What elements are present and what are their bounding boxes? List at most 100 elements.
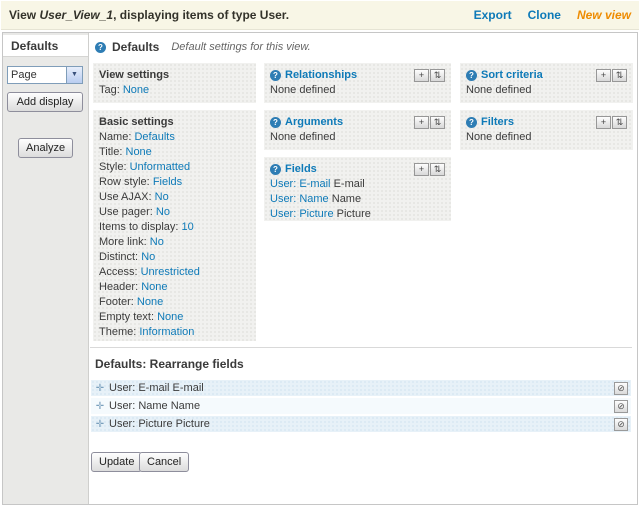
setting-line: Items to display: 10 (99, 220, 250, 235)
setting-line: Footer: None (99, 295, 250, 310)
clone-link[interactable]: Clone (528, 8, 561, 22)
help-icon[interactable]: ? (466, 70, 477, 81)
views-ui-container: Defaults Page ▼ Add display Analyze ? De… (2, 32, 638, 505)
rearrange-icon[interactable]: ⇅ (430, 116, 445, 129)
setting-line: Header: None (99, 280, 250, 295)
setting-value-link[interactable]: None (137, 296, 163, 308)
setting-value-link[interactable]: No (141, 251, 155, 263)
setting-line: Style: Unformatted (99, 160, 250, 175)
add-icon[interactable]: + (414, 69, 429, 82)
setting-value-link[interactable]: No (155, 191, 169, 203)
add-display-button[interactable]: Add display (7, 92, 83, 112)
view-settings-title: View settings (99, 69, 170, 81)
drag-handle-icon[interactable]: ✛ (91, 383, 109, 394)
setting-line: Empty text: None (99, 310, 250, 325)
drag-handle-icon[interactable]: ✛ (91, 419, 109, 430)
help-icon[interactable]: ? (270, 117, 281, 128)
add-icon[interactable]: + (596, 69, 611, 82)
filters-box: ? Filters + ⇅ None defined (460, 110, 633, 150)
fields-title-link[interactable]: Fields (285, 162, 317, 177)
setting-value-link[interactable]: 10 (182, 221, 194, 233)
setting-label: Style: (99, 161, 127, 173)
setting-label: Title: (99, 146, 123, 158)
update-button[interactable]: Update (91, 452, 143, 472)
title-suffix: , displaying items of type User. (113, 8, 290, 22)
setting-value-link[interactable]: No (150, 236, 164, 248)
arguments-box: ? Arguments + ⇅ None defined (264, 110, 451, 150)
rearrange-icon[interactable]: ⇅ (430, 163, 445, 176)
setting-label: Header: (99, 281, 139, 293)
setting-line: Use AJAX: No (99, 190, 250, 205)
add-icon[interactable]: + (596, 116, 611, 129)
setting-label: Name: (99, 131, 132, 143)
remove-icon[interactable]: ⊘ (614, 399, 628, 413)
filters-title-link[interactable]: Filters (481, 115, 514, 130)
new-view-link[interactable]: New view (577, 8, 631, 22)
field-item: User: E-mail E-mail (270, 177, 445, 192)
setting-value-link[interactable]: None (141, 281, 167, 293)
help-icon[interactable]: ? (95, 41, 106, 53)
display-type-select[interactable]: Page ▼ (7, 66, 83, 84)
help-icon[interactable]: ? (270, 164, 281, 175)
sort-criteria-empty: None defined (466, 84, 532, 96)
sort-criteria-actions: + ⇅ (595, 69, 627, 82)
remove-icon[interactable]: ⊘ (614, 381, 628, 395)
field-label: Name (331, 193, 362, 205)
setting-value-link[interactable]: None (126, 146, 152, 158)
relationships-title-link[interactable]: Relationships (285, 68, 357, 83)
field-item: User: Name Name (270, 192, 445, 207)
relationships-header: ? Relationships + ⇅ (270, 68, 445, 83)
setting-value-link[interactable]: Unformatted (130, 161, 191, 173)
remove-icon[interactable]: ⊘ (614, 417, 628, 431)
setting-line: Access: Unrestricted (99, 265, 250, 280)
fields-actions: + ⇅ (413, 163, 445, 176)
setting-value-link[interactable]: None (123, 84, 149, 96)
sort-criteria-title-link[interactable]: Sort criteria (481, 68, 543, 83)
row-label: User: Name Name (109, 400, 201, 412)
basic-settings-box: Basic settings Name: Defaults Title: Non… (93, 110, 256, 341)
setting-value-link[interactable]: Fields (153, 176, 182, 188)
arguments-title-link[interactable]: Arguments (285, 115, 343, 130)
filters-empty: None defined (466, 131, 532, 143)
analyze-button[interactable]: Analyze (18, 138, 74, 158)
setting-value-link[interactable]: Unrestricted (141, 266, 200, 278)
display-header-title: Defaults (112, 40, 160, 54)
setting-value-link[interactable]: Information (139, 326, 194, 338)
cancel-button[interactable]: Cancel (139, 452, 190, 472)
setting-label: Use AJAX: (99, 191, 152, 203)
title-prefix: View (9, 8, 37, 22)
help-icon[interactable]: ? (270, 70, 281, 81)
drag-handle-icon[interactable]: ✛ (91, 401, 109, 412)
setting-line: Theme: Information (99, 325, 250, 340)
sort-criteria-header: ? Sort criteria + ⇅ (466, 68, 627, 83)
setting-value-link[interactable]: None (157, 311, 183, 323)
setting-label: Row style: (99, 176, 150, 188)
header-actions: Export Clone New view (474, 8, 631, 22)
field-link[interactable]: User: Picture (270, 208, 334, 220)
arguments-empty: None defined (270, 131, 336, 143)
setting-line: Distinct: No (99, 250, 250, 265)
display-header-description: Default settings for this view. (171, 41, 311, 53)
tab-defaults[interactable]: Defaults (3, 35, 88, 57)
add-icon[interactable]: + (414, 163, 429, 176)
filters-header: ? Filters + ⇅ (466, 115, 627, 130)
add-icon[interactable]: + (414, 116, 429, 129)
field-link[interactable]: User: E-mail (270, 178, 331, 190)
rearrange-icon[interactable]: ⇅ (612, 69, 627, 82)
export-link[interactable]: Export (474, 8, 512, 22)
help-icon[interactable]: ? (466, 117, 477, 128)
rearrange-fields-title: Defaults: Rearrange fields (95, 357, 244, 371)
field-label: Picture (336, 208, 371, 220)
view-name: User_View_1 (39, 8, 114, 22)
setting-label: More link: (99, 236, 147, 248)
fields-box: ? Fields + ⇅ User: E-mail E-mail User: N… (264, 157, 451, 221)
setting-line: More link: No (99, 235, 250, 250)
rearrange-icon[interactable]: ⇅ (612, 116, 627, 129)
rearrange-icon[interactable]: ⇅ (430, 69, 445, 82)
setting-value-link[interactable]: Defaults (134, 131, 174, 143)
row-label: User: E-mail E-mail (109, 382, 204, 394)
setting-line: Row style: Fields (99, 175, 250, 190)
field-link[interactable]: User: Name (270, 193, 329, 205)
setting-value-link[interactable]: No (156, 206, 170, 218)
setting-label: Empty text: (99, 311, 155, 323)
